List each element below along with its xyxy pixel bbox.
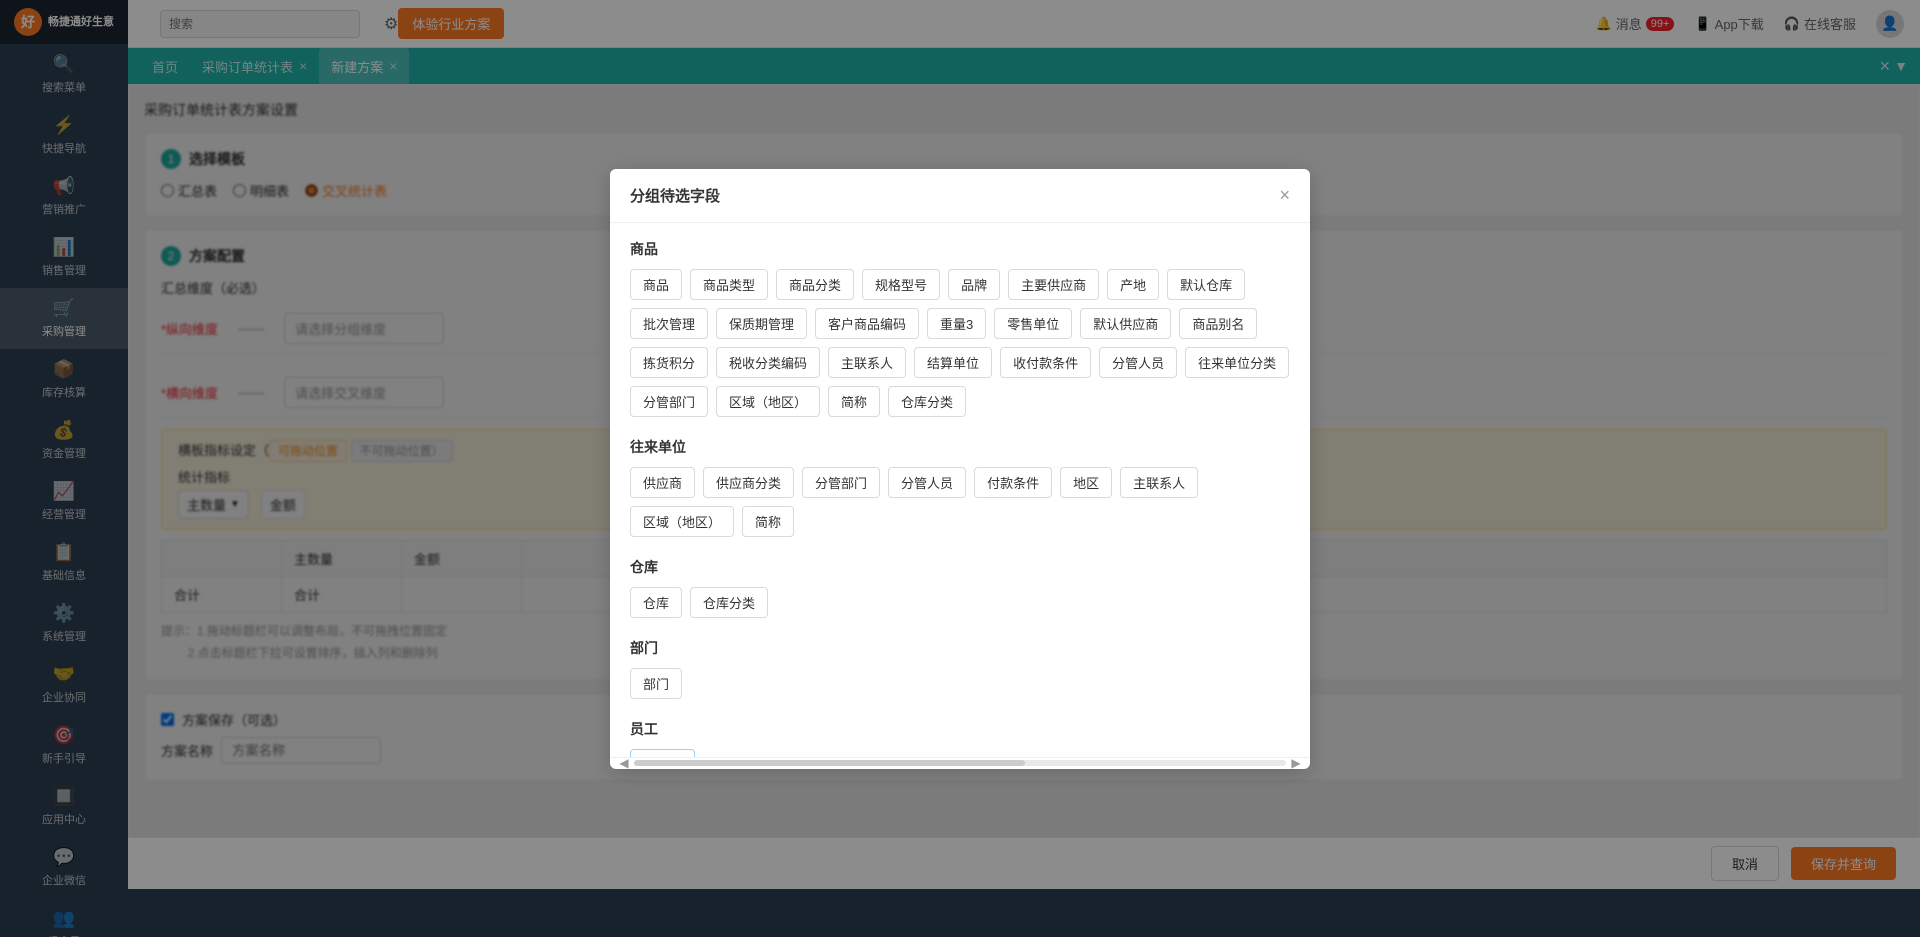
field-tag[interactable]: 地区 [1060, 467, 1112, 498]
field-tag[interactable]: 简称 [742, 506, 794, 537]
field-tag[interactable]: 分管人员 [888, 467, 966, 498]
field-tag[interactable]: 分管人员 [1099, 347, 1177, 378]
field-tag[interactable]: 结算单位 [914, 347, 992, 378]
field-tag[interactable]: 保质期管理 [716, 308, 807, 339]
horizontal-scrollbar[interactable] [634, 760, 1286, 766]
field-tag[interactable]: 往来单位分类 [1185, 347, 1289, 378]
dept-field-tags: 部门 [630, 668, 1290, 699]
field-tag[interactable]: 默认供应商 [1080, 308, 1171, 339]
modal-scroll-bottom: ◀ ▶ [610, 757, 1310, 769]
field-section-dept: 部门 部门 [630, 638, 1290, 699]
section-title-dept: 部门 [630, 638, 1290, 658]
field-tag[interactable]: 商品分类 [776, 269, 854, 300]
section-title-product: 商品 [630, 239, 1290, 259]
field-tag[interactable]: 供应商分类 [703, 467, 794, 498]
field-tag[interactable]: 产地 [1107, 269, 1159, 300]
field-tag[interactable]: 分管部门 [630, 386, 708, 417]
warehouse-field-tags: 仓库 仓库分类 [630, 587, 1290, 618]
field-tag[interactable]: 主联系人 [1120, 467, 1198, 498]
field-tag[interactable]: 主要供应商 [1008, 269, 1099, 300]
field-tag[interactable]: 简称 [828, 386, 880, 417]
field-section-product: 商品 商品 商品类型 商品分类 规格型号 品牌 主要供应商 产地 默认仓库 批次… [630, 239, 1290, 417]
field-tag[interactable]: 税收分类编码 [716, 347, 820, 378]
field-tag[interactable]: 批次管理 [630, 308, 708, 339]
field-tag[interactable]: 品牌 [948, 269, 1000, 300]
field-tag[interactable]: 规格型号 [862, 269, 940, 300]
field-tag[interactable]: 商品类型 [690, 269, 768, 300]
field-tag[interactable]: 商品 [630, 269, 682, 300]
modal-overlay: 分组待选字段 × 商品 商品 商品类型 商品分类 规格型号 品牌 主要供应商 产… [0, 0, 1920, 937]
field-tag[interactable]: 客户商品编码 [815, 308, 919, 339]
staff-field-tags: 业务员 [630, 749, 1290, 757]
product-field-tags: 商品 商品类型 商品分类 规格型号 品牌 主要供应商 产地 默认仓库 批次管理 … [630, 269, 1290, 417]
field-selection-modal: 分组待选字段 × 商品 商品 商品类型 商品分类 规格型号 品牌 主要供应商 产… [610, 169, 1310, 769]
field-tag[interactable]: 区域（地区） [716, 386, 820, 417]
field-section-staff: 员工 业务员 [630, 719, 1290, 757]
scroll-right-icon[interactable]: ▶ [1286, 756, 1306, 770]
section-title-warehouse: 仓库 [630, 557, 1290, 577]
field-tag[interactable]: 分管部门 [802, 467, 880, 498]
field-tag[interactable]: 商品别名 [1179, 308, 1257, 339]
section-title-partner: 往来单位 [630, 437, 1290, 457]
section-title-staff: 员工 [630, 719, 1290, 739]
partner-field-tags: 供应商 供应商分类 分管部门 分管人员 付款条件 地区 主联系人 区域（地区） … [630, 467, 1290, 537]
modal-close-icon[interactable]: × [1279, 186, 1290, 204]
field-tag[interactable]: 付款条件 [974, 467, 1052, 498]
field-tag[interactable]: 仓库分类 [690, 587, 768, 618]
field-tag[interactable]: 部门 [630, 668, 682, 699]
field-tag[interactable]: 供应商 [630, 467, 695, 498]
field-tag[interactable]: 收付款条件 [1000, 347, 1091, 378]
scroll-left-icon[interactable]: ◀ [614, 756, 634, 770]
field-tag[interactable]: 零售单位 [994, 308, 1072, 339]
field-section-warehouse: 仓库 仓库 仓库分类 [630, 557, 1290, 618]
field-tag[interactable]: 默认仓库 [1167, 269, 1245, 300]
field-tag[interactable]: 重量3 [927, 308, 986, 339]
modal-body: 商品 商品 商品类型 商品分类 规格型号 品牌 主要供应商 产地 默认仓库 批次… [610, 223, 1310, 757]
field-tag[interactable]: 主联系人 [828, 347, 906, 378]
field-tag[interactable]: 区域（地区） [630, 506, 734, 537]
field-section-partner: 往来单位 供应商 供应商分类 分管部门 分管人员 付款条件 地区 主联系人 区域… [630, 437, 1290, 537]
scrollbar-thumb [634, 760, 1025, 766]
modal-header: 分组待选字段 × [610, 169, 1310, 223]
field-tag[interactable]: 拣货积分 [630, 347, 708, 378]
modal-title: 分组待选字段 [630, 185, 720, 206]
field-tag-staff-salesperson[interactable]: 业务员 [630, 749, 695, 757]
field-tag[interactable]: 仓库分类 [888, 386, 966, 417]
field-tag[interactable]: 仓库 [630, 587, 682, 618]
